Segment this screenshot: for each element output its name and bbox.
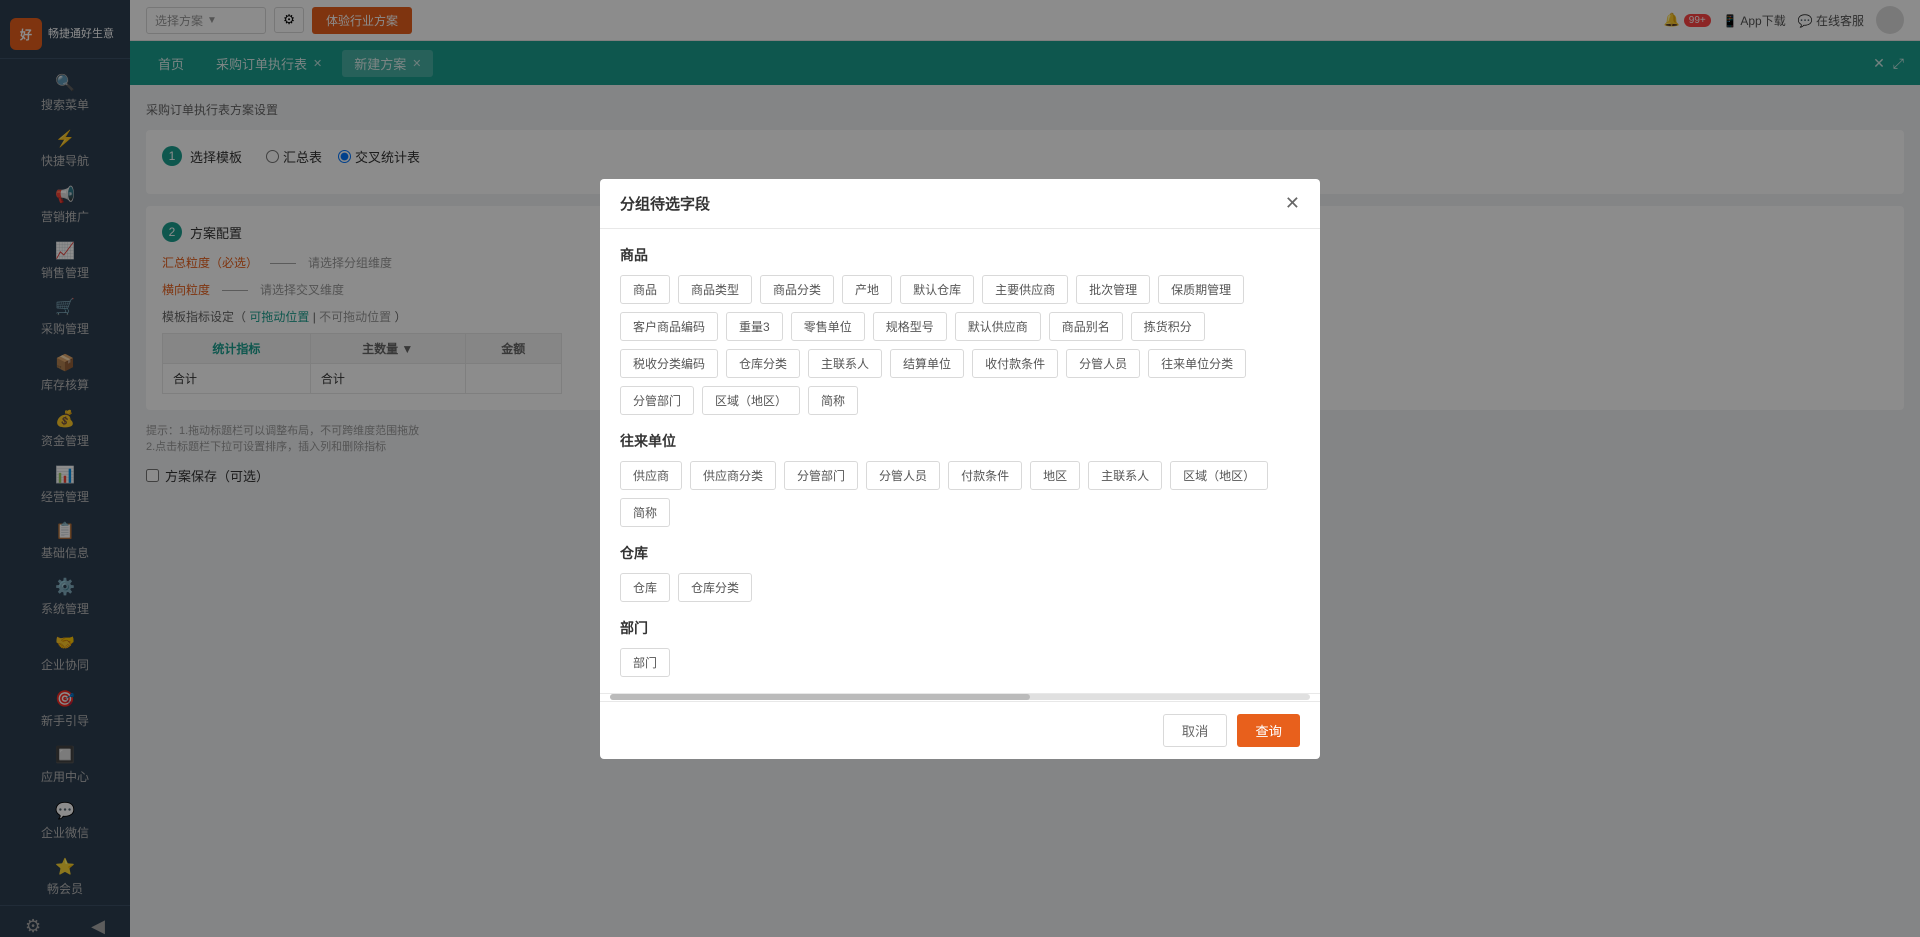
field-tag[interactable]: 零售单位: [791, 312, 865, 341]
modal-title: 分组待选字段: [620, 193, 710, 214]
field-tag[interactable]: 仓库: [620, 573, 670, 602]
field-group-warehouse-title: 仓库: [620, 543, 1300, 563]
modal-header: 分组待选字段 ✕: [600, 179, 1320, 229]
field-select-modal: 分组待选字段 ✕ 商品 商品 商品类型 商品分类 产地 默认仓库 主要供应商 批…: [600, 179, 1320, 759]
field-group-partner-title: 往来单位: [620, 431, 1300, 451]
field-tag[interactable]: 分管部门: [784, 461, 858, 490]
field-tag[interactable]: 主联系人: [808, 349, 882, 378]
product-fields: 商品 商品类型 商品分类 产地 默认仓库 主要供应商 批次管理 保质期管理 客户…: [620, 275, 1300, 415]
field-tag[interactable]: 默认供应商: [955, 312, 1041, 341]
modal-hscroll: [600, 693, 1320, 700]
warehouse-fields: 仓库 仓库分类: [620, 573, 1300, 602]
field-tag[interactable]: 商品别名: [1049, 312, 1123, 341]
field-tag[interactable]: 结算单位: [890, 349, 964, 378]
field-tag[interactable]: 付款条件: [948, 461, 1022, 490]
field-tag[interactable]: 商品分类: [760, 275, 834, 304]
field-tag[interactable]: 部门: [620, 648, 670, 677]
field-tag[interactable]: 规格型号: [873, 312, 947, 341]
field-tag[interactable]: 仓库分类: [678, 573, 752, 602]
partner-fields: 供应商 供应商分类 分管部门 分管人员 付款条件 地区 主联系人 区域（地区） …: [620, 461, 1300, 527]
modal-overlay: 分组待选字段 ✕ 商品 商品 商品类型 商品分类 产地 默认仓库 主要供应商 批…: [0, 0, 1920, 937]
modal-footer: 取消 查询: [600, 701, 1320, 759]
field-group-department-title: 部门: [620, 618, 1300, 638]
field-tag[interactable]: 商品类型: [678, 275, 752, 304]
field-tag[interactable]: 重量3: [726, 312, 783, 341]
confirm-button[interactable]: 查询: [1237, 714, 1300, 747]
modal-body: 商品 商品 商品类型 商品分类 产地 默认仓库 主要供应商 批次管理 保质期管理…: [600, 229, 1320, 694]
hscroll-thumb[interactable]: [610, 694, 1030, 700]
field-tag[interactable]: 供应商: [620, 461, 682, 490]
field-tag[interactable]: 产地: [842, 275, 892, 304]
field-tag[interactable]: 保质期管理: [1158, 275, 1244, 304]
field-tag[interactable]: 拣货积分: [1131, 312, 1205, 341]
field-group-warehouse: 仓库 仓库 仓库分类: [620, 543, 1300, 602]
field-tag[interactable]: 分管人员: [866, 461, 940, 490]
department-fields: 部门: [620, 648, 1300, 677]
modal-close-button[interactable]: ✕: [1285, 193, 1300, 214]
field-tag[interactable]: 税收分类编码: [620, 349, 718, 378]
field-tag[interactable]: 主要供应商: [982, 275, 1068, 304]
field-tag[interactable]: 仓库分类: [726, 349, 800, 378]
field-group-department: 部门 部门: [620, 618, 1300, 677]
field-tag[interactable]: 地区: [1030, 461, 1080, 490]
field-tag[interactable]: 分管部门: [620, 386, 694, 415]
field-tag[interactable]: 批次管理: [1076, 275, 1150, 304]
cancel-button[interactable]: 取消: [1163, 714, 1228, 747]
field-group-product: 商品 商品 商品类型 商品分类 产地 默认仓库 主要供应商 批次管理 保质期管理…: [620, 245, 1300, 415]
field-group-product-title: 商品: [620, 245, 1300, 265]
field-tag[interactable]: 收付款条件: [972, 349, 1058, 378]
hscroll-bar[interactable]: [610, 694, 1310, 700]
field-group-partner: 往来单位 供应商 供应商分类 分管部门 分管人员 付款条件 地区 主联系人 区域…: [620, 431, 1300, 527]
field-tag[interactable]: 主联系人: [1088, 461, 1162, 490]
field-tag[interactable]: 默认仓库: [900, 275, 974, 304]
field-tag[interactable]: 客户商品编码: [620, 312, 718, 341]
field-tag[interactable]: 简称: [620, 498, 670, 527]
field-tag[interactable]: 区域（地区）: [702, 386, 800, 415]
field-tag[interactable]: 供应商分类: [690, 461, 776, 490]
field-tag[interactable]: 简称: [808, 386, 858, 415]
field-tag[interactable]: 往来单位分类: [1148, 349, 1246, 378]
field-tag[interactable]: 区域（地区）: [1170, 461, 1268, 490]
field-tag[interactable]: 商品: [620, 275, 670, 304]
field-tag[interactable]: 分管人员: [1066, 349, 1140, 378]
